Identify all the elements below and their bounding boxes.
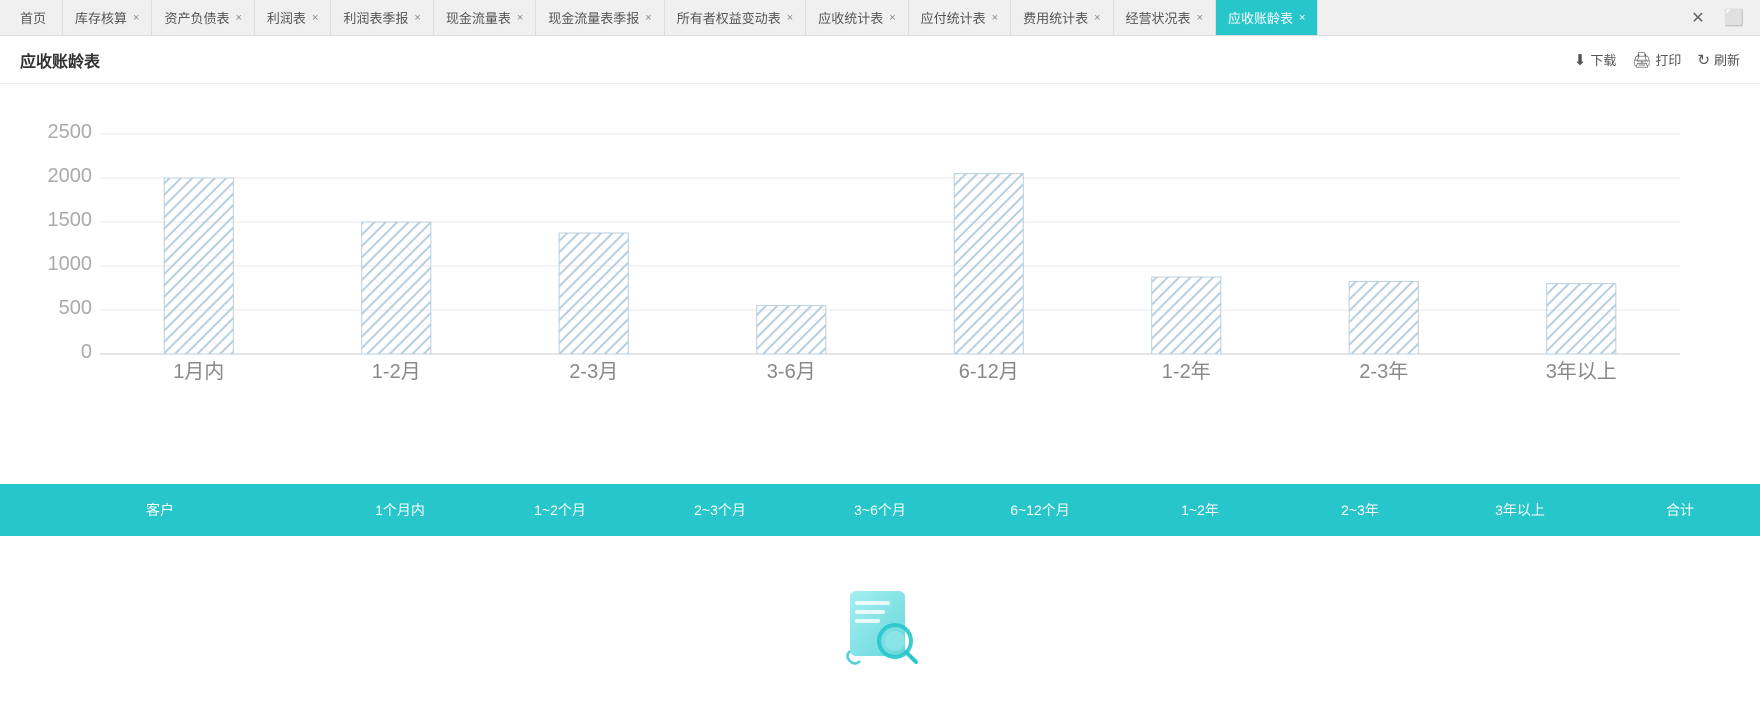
table-header-cell-8: 3年以上 xyxy=(1440,500,1600,520)
tab-label-operation: 经营状况表 xyxy=(1126,8,1191,27)
tab-bar: 首页 库存核算×资产负债表×利润表×利润表季报×现金流量表×现金流量表季报×所有… xyxy=(0,0,1760,36)
tab-label-ar-aging: 应收账龄表 xyxy=(1228,8,1293,27)
tab-label-balance: 资产负债表 xyxy=(164,8,229,27)
tab-profit[interactable]: 利润表 × xyxy=(255,0,331,36)
tab-close-equity[interactable]: × xyxy=(787,12,793,24)
main-content: 0 500 1000 1500 2000 2500 1月内 1-2月 2-3月 3-6月 6-12月… xyxy=(0,84,1760,720)
maximize-window-button[interactable]: ⬜ xyxy=(1720,4,1748,32)
table-header-cell-1: 1个月内 xyxy=(320,500,480,520)
tab-label-cashflow: 现金流量表 xyxy=(446,8,511,27)
svg-text:2500: 2500 xyxy=(48,121,93,143)
table-header-cell-3: 2~3个月 xyxy=(640,500,800,520)
tab-label-ar-stat: 应收统计表 xyxy=(818,8,883,27)
table-header-cell-2: 1~2个月 xyxy=(480,500,640,520)
tab-cashflow-quarter[interactable]: 现金流量表季报 × xyxy=(536,0,664,36)
svg-text:0: 0 xyxy=(81,341,92,363)
tab-home[interactable]: 首页 xyxy=(4,0,63,36)
refresh-button[interactable]: ↻ 刷新 xyxy=(1697,50,1740,69)
tab-label-cashflow-quarter: 现金流量表季报 xyxy=(548,8,639,27)
page-actions: ⬇ 下载 🖨 打印 ↻ 刷新 xyxy=(1574,50,1740,69)
tab-actions: ✕ ⬜ xyxy=(1684,4,1756,32)
page-title: 应收账龄表 xyxy=(20,48,100,72)
table-header-cell-9: 合计 xyxy=(1600,500,1760,520)
svg-text:3年以上: 3年以上 xyxy=(1546,360,1617,383)
svg-text:1500: 1500 xyxy=(48,209,93,231)
refresh-icon: ↻ xyxy=(1697,51,1710,69)
tab-home-label: 首页 xyxy=(20,8,46,27)
page-header: 应收账龄表 ⬇ 下载 🖨 打印 ↻ 刷新 xyxy=(0,36,1760,84)
table-header-cell-0: 客户 xyxy=(0,500,320,520)
table-header: 客户1个月内1~2个月2~3个月3~6个月6~12个月1~2年2~3年3年以上合… xyxy=(0,484,1760,536)
tab-close-inventory[interactable]: × xyxy=(133,12,139,24)
tab-close-ar-aging[interactable]: × xyxy=(1299,12,1305,24)
print-icon: 🖨 xyxy=(1632,51,1651,69)
table-header-cell-4: 3~6个月 xyxy=(800,500,960,520)
refresh-label: 刷新 xyxy=(1714,50,1740,69)
print-label: 打印 xyxy=(1655,50,1681,69)
download-label: 下载 xyxy=(1590,50,1616,69)
empty-illustration xyxy=(830,576,930,676)
print-button[interactable]: 🖨 打印 xyxy=(1632,50,1681,69)
tab-close-balance[interactable]: × xyxy=(235,12,241,24)
tab-ap-stat[interactable]: 应付统计表 × xyxy=(909,0,1011,36)
tab-close-expense[interactable]: × xyxy=(1094,12,1100,24)
tab-close-cashflow[interactable]: × xyxy=(517,12,523,24)
svg-text:2-3月: 2-3月 xyxy=(569,361,618,383)
table-header-cell-7: 2~3年 xyxy=(1280,500,1440,520)
svg-text:2-3年: 2-3年 xyxy=(1359,360,1408,383)
chart-svg-container: 0 500 1000 1500 2000 2500 1月内 1-2月 2-3月 3-6月 6-12月… xyxy=(40,104,1720,424)
download-icon: ⬇ xyxy=(1574,51,1587,69)
tab-label-inventory: 库存核算 xyxy=(75,8,127,27)
close-window-button[interactable]: ✕ xyxy=(1684,4,1712,32)
tab-ar-aging[interactable]: 应收账龄表 × xyxy=(1216,0,1318,36)
chart-area: 0 500 1000 1500 2000 2500 1月内 1-2月 2-3月 3-6月 6-12月… xyxy=(0,84,1760,484)
tab-inventory[interactable]: 库存核算 × xyxy=(63,0,152,36)
tab-label-profit-quarter: 利润表季报 xyxy=(343,8,408,27)
svg-text:1-2月: 1-2月 xyxy=(372,361,421,383)
tab-close-cashflow-quarter[interactable]: × xyxy=(645,12,651,24)
bar-chart: 0 500 1000 1500 2000 2500 1月内 1-2月 2-3月 3-6月 6-12月… xyxy=(40,104,1720,404)
svg-text:1000: 1000 xyxy=(48,253,93,275)
tab-close-operation[interactable]: × xyxy=(1197,12,1203,24)
svg-text:500: 500 xyxy=(59,297,92,319)
tab-cashflow[interactable]: 现金流量表 × xyxy=(434,0,536,36)
svg-text:1-2年: 1-2年 xyxy=(1162,360,1211,383)
tab-expense[interactable]: 费用统计表 × xyxy=(1011,0,1113,36)
tab-label-profit: 利润表 xyxy=(267,8,306,27)
download-button[interactable]: ⬇ 下载 xyxy=(1574,50,1617,69)
tab-equity[interactable]: 所有者权益变动表 × xyxy=(665,0,806,36)
tab-ar-stat[interactable]: 应收统计表 × xyxy=(806,0,908,36)
tab-balance[interactable]: 资产负债表 × xyxy=(152,0,254,36)
tab-label-ap-stat: 应付统计表 xyxy=(921,8,986,27)
tab-label-expense: 费用统计表 xyxy=(1023,8,1088,27)
svg-text:2000: 2000 xyxy=(48,165,93,187)
svg-text:3-6月: 3-6月 xyxy=(767,361,816,383)
tab-close-profit-quarter[interactable]: × xyxy=(414,12,420,24)
table-header-cell-6: 1~2年 xyxy=(1120,500,1280,520)
table-header-cell-5: 6~12个月 xyxy=(960,500,1120,520)
tab-close-ar-stat[interactable]: × xyxy=(889,12,895,24)
svg-text:6-12月: 6-12月 xyxy=(959,361,1019,383)
tab-profit-quarter[interactable]: 利润表季报 × xyxy=(331,0,433,36)
empty-state xyxy=(0,536,1760,720)
svg-text:1月内: 1月内 xyxy=(173,360,224,383)
tab-close-ap-stat[interactable]: × xyxy=(992,12,998,24)
tab-label-equity: 所有者权益变动表 xyxy=(677,8,781,27)
tab-close-profit[interactable]: × xyxy=(312,12,318,24)
tab-operation[interactable]: 经营状况表 × xyxy=(1114,0,1216,36)
